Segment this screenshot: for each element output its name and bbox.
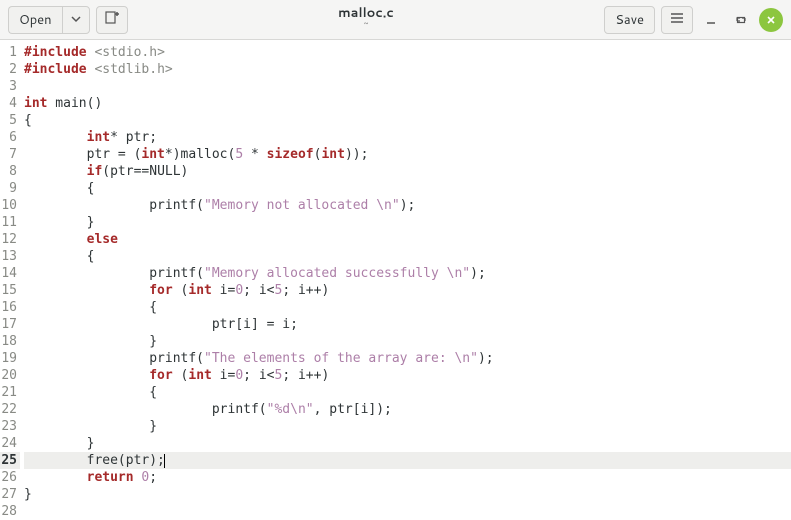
line-number: 25 xyxy=(0,452,20,469)
open-recent-dropdown[interactable] xyxy=(62,6,90,34)
line-number: 12 xyxy=(0,231,20,248)
line-number: 14 xyxy=(0,265,20,282)
minimize-icon xyxy=(705,14,717,26)
line-number: 10 xyxy=(0,197,20,214)
code-line[interactable]: } xyxy=(24,333,791,350)
code-line[interactable]: return 0; xyxy=(24,469,791,486)
line-number: 13 xyxy=(0,248,20,265)
line-number: 22 xyxy=(0,401,20,418)
chevron-down-icon xyxy=(71,11,81,29)
code-line[interactable]: int* ptr; xyxy=(24,129,791,146)
code-line[interactable]: ptr = (int*)malloc(5 * sizeof(int)); xyxy=(24,146,791,163)
code-line[interactable]: #include <stdio.h> xyxy=(24,44,791,61)
editor-area[interactable]: 1234567891011121314151617181920212223242… xyxy=(0,40,791,517)
line-number: 15 xyxy=(0,282,20,299)
code-line[interactable] xyxy=(24,503,791,520)
line-number: 9 xyxy=(0,180,20,197)
code-line[interactable]: } xyxy=(24,486,791,503)
code-content[interactable]: #include <stdio.h>#include <stdlib.h> int… xyxy=(20,40,791,517)
code-line[interactable]: ptr[i] = i; xyxy=(24,316,791,333)
code-line[interactable]: #include <stdlib.h> xyxy=(24,61,791,78)
line-number: 4 xyxy=(0,95,20,112)
code-line[interactable]: for (int i=0; i<5; i++) xyxy=(24,367,791,384)
code-line[interactable] xyxy=(24,78,791,95)
code-line[interactable]: printf("The elements of the array are: \… xyxy=(24,350,791,367)
code-line[interactable]: } xyxy=(24,435,791,452)
code-line[interactable]: { xyxy=(24,299,791,316)
line-number: 18 xyxy=(0,333,20,350)
save-button-label: Save xyxy=(615,11,644,29)
code-line[interactable]: { xyxy=(24,112,791,129)
hamburger-menu-button[interactable] xyxy=(661,6,693,34)
open-button-group: Open xyxy=(8,6,90,34)
text-cursor xyxy=(164,454,165,468)
code-line[interactable]: else xyxy=(24,231,791,248)
code-line[interactable]: } xyxy=(24,418,791,435)
window-minimize-button[interactable] xyxy=(699,8,723,32)
code-line[interactable]: { xyxy=(24,180,791,197)
window-maximize-button[interactable] xyxy=(729,8,753,32)
line-number: 28 xyxy=(0,503,20,520)
line-number-gutter: 1234567891011121314151617181920212223242… xyxy=(0,40,20,517)
title-area: malloc.c ~ xyxy=(134,6,599,32)
line-number: 11 xyxy=(0,214,20,231)
line-number: 6 xyxy=(0,129,20,146)
code-line[interactable]: if(ptr==NULL) xyxy=(24,163,791,180)
new-tab-button[interactable] xyxy=(96,6,128,34)
maximize-icon xyxy=(735,14,747,26)
code-line[interactable]: int main() xyxy=(24,95,791,112)
new-tab-icon xyxy=(105,10,119,29)
close-icon xyxy=(766,15,776,25)
line-number: 26 xyxy=(0,469,20,486)
open-button-label: Open xyxy=(19,11,52,29)
window-close-button[interactable] xyxy=(759,8,783,32)
line-number: 1 xyxy=(0,44,20,61)
code-line[interactable]: printf("Memory allocated successfully \n… xyxy=(24,265,791,282)
code-line[interactable]: } xyxy=(24,214,791,231)
line-number: 20 xyxy=(0,367,20,384)
document-subtitle: ~ xyxy=(362,21,370,33)
line-number: 21 xyxy=(0,384,20,401)
line-number: 19 xyxy=(0,350,20,367)
line-number: 7 xyxy=(0,146,20,163)
code-line[interactable]: { xyxy=(24,384,791,401)
line-number: 23 xyxy=(0,418,20,435)
hamburger-icon xyxy=(670,11,684,29)
line-number: 17 xyxy=(0,316,20,333)
line-number: 3 xyxy=(0,78,20,95)
line-number: 27 xyxy=(0,486,20,503)
code-line[interactable]: { xyxy=(24,248,791,265)
save-button[interactable]: Save xyxy=(604,6,655,34)
code-line[interactable]: free(ptr); xyxy=(24,452,791,469)
line-number: 2 xyxy=(0,61,20,78)
line-number: 8 xyxy=(0,163,20,180)
code-line[interactable]: printf("Memory not allocated \n"); xyxy=(24,197,791,214)
code-line[interactable]: for (int i=0; i<5; i++) xyxy=(24,282,791,299)
code-line[interactable]: printf("%d\n", ptr[i]); xyxy=(24,401,791,418)
line-number: 24 xyxy=(0,435,20,452)
open-button[interactable]: Open xyxy=(8,6,62,34)
line-number: 5 xyxy=(0,112,20,129)
titlebar: Open malloc.c ~ Save xyxy=(0,0,791,40)
line-number: 16 xyxy=(0,299,20,316)
